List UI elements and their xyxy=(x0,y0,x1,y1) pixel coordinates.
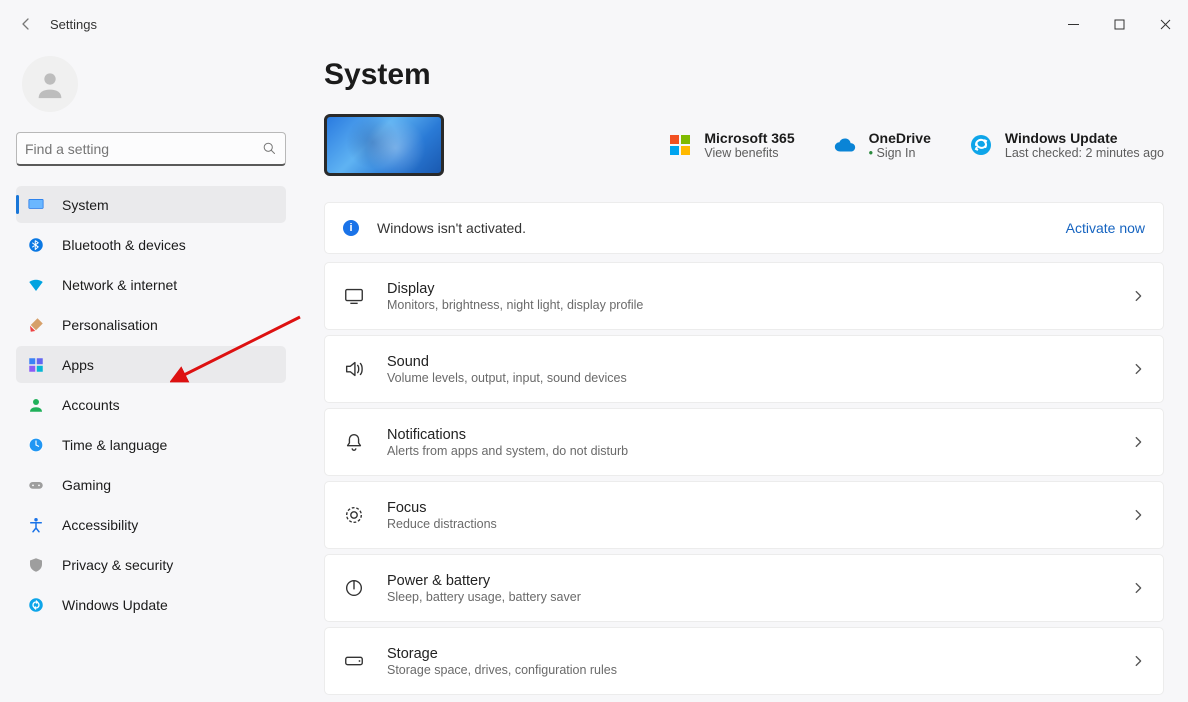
power-icon xyxy=(343,577,365,599)
accessibility-icon xyxy=(26,515,46,535)
sidebar-item-label: Privacy & security xyxy=(62,557,173,573)
card-sub: Reduce distractions xyxy=(387,517,497,531)
card-title: Sound xyxy=(387,354,627,370)
sidebar-item-privacy[interactable]: Privacy & security xyxy=(16,546,286,583)
chevron-right-icon xyxy=(1131,435,1145,449)
card-sub: Volume levels, output, input, sound devi… xyxy=(387,371,627,385)
windows-update-icon xyxy=(969,133,993,157)
titlebar: Settings xyxy=(0,0,1188,48)
search-box[interactable] xyxy=(16,132,286,166)
onedrive-tile[interactable]: OneDrive Sign In xyxy=(833,130,931,160)
apps-icon xyxy=(26,355,46,375)
chevron-right-icon xyxy=(1131,581,1145,595)
sidebar: System Bluetooth & devices Network & int… xyxy=(0,48,300,702)
sidebar-item-label: Personalisation xyxy=(62,317,158,333)
app-title: Settings xyxy=(50,17,97,32)
focus-icon xyxy=(343,504,365,526)
sidebar-item-personalisation[interactable]: Personalisation xyxy=(16,306,286,343)
card-sound[interactable]: SoundVolume levels, output, input, sound… xyxy=(324,335,1164,403)
card-sub: Sleep, battery usage, battery saver xyxy=(387,590,581,604)
sidebar-item-label: Network & internet xyxy=(62,277,177,293)
sound-icon xyxy=(343,358,365,380)
update-icon xyxy=(26,595,46,615)
back-button[interactable] xyxy=(14,12,38,36)
monitor-icon xyxy=(26,195,46,215)
sidebar-item-accounts[interactable]: Accounts xyxy=(16,386,286,423)
sidebar-item-time[interactable]: Time & language xyxy=(16,426,286,463)
m365-title: Microsoft 365 xyxy=(704,130,794,146)
card-storage[interactable]: StorageStorage space, drives, configurat… xyxy=(324,627,1164,695)
banner-message: Windows isn't activated. xyxy=(377,220,526,236)
sidebar-item-label: Windows Update xyxy=(62,597,168,613)
card-notifications[interactable]: NotificationsAlerts from apps and system… xyxy=(324,408,1164,476)
card-title: Notifications xyxy=(387,427,628,443)
card-focus[interactable]: FocusReduce distractions xyxy=(324,481,1164,549)
person-icon xyxy=(26,395,46,415)
chevron-right-icon xyxy=(1131,289,1145,303)
card-power[interactable]: Power & batterySleep, battery usage, bat… xyxy=(324,554,1164,622)
wifi-icon xyxy=(26,275,46,295)
sidebar-item-label: Accessibility xyxy=(62,517,138,533)
activation-banner: i Windows isn't activated. Activate now xyxy=(324,202,1164,254)
card-title: Power & battery xyxy=(387,573,581,589)
sidebar-item-gaming[interactable]: Gaming xyxy=(16,466,286,503)
search-icon xyxy=(262,141,277,156)
gamepad-icon xyxy=(26,475,46,495)
sidebar-item-accessibility[interactable]: Accessibility xyxy=(16,506,286,543)
paintbrush-icon xyxy=(26,315,46,335)
card-sub: Alerts from apps and system, do not dist… xyxy=(387,444,628,458)
info-icon: i xyxy=(343,220,359,236)
sidebar-item-system[interactable]: System xyxy=(16,186,286,223)
window-controls xyxy=(1050,8,1188,40)
card-title: Display xyxy=(387,281,643,297)
bell-icon xyxy=(343,431,365,453)
sidebar-item-update[interactable]: Windows Update xyxy=(16,586,286,623)
page-title: System xyxy=(324,58,1164,92)
onedrive-sub: Sign In xyxy=(869,146,931,160)
windows-update-tile[interactable]: Windows Update Last checked: 2 minutes a… xyxy=(969,130,1164,160)
minimize-button[interactable] xyxy=(1050,8,1096,40)
card-sub: Storage space, drives, configuration rul… xyxy=(387,663,617,677)
m365-sub: View benefits xyxy=(704,146,794,160)
card-sub: Monitors, brightness, night light, displ… xyxy=(387,298,643,312)
microsoft365-icon xyxy=(668,133,692,157)
sidebar-item-label: Gaming xyxy=(62,477,111,493)
main-content: System Microsoft 365 View benefits OneDr… xyxy=(300,48,1188,702)
maximize-button[interactable] xyxy=(1096,8,1142,40)
sidebar-item-label: Apps xyxy=(62,357,94,373)
sidebar-item-label: System xyxy=(62,197,109,213)
sidebar-item-label: Bluetooth & devices xyxy=(62,237,186,253)
bluetooth-icon xyxy=(26,235,46,255)
onedrive-icon xyxy=(833,133,857,157)
card-title: Storage xyxy=(387,646,617,662)
card-display[interactable]: DisplayMonitors, brightness, night light… xyxy=(324,262,1164,330)
sidebar-item-label: Accounts xyxy=(62,397,120,413)
shield-icon xyxy=(26,555,46,575)
avatar[interactable] xyxy=(22,56,78,112)
card-title: Focus xyxy=(387,500,497,516)
chevron-right-icon xyxy=(1131,654,1145,668)
onedrive-title: OneDrive xyxy=(869,130,931,146)
clock-globe-icon xyxy=(26,435,46,455)
sidebar-item-network[interactable]: Network & internet xyxy=(16,266,286,303)
sidebar-item-apps[interactable]: Apps xyxy=(16,346,286,383)
sidebar-item-label: Time & language xyxy=(62,437,167,453)
sidebar-item-bluetooth[interactable]: Bluetooth & devices xyxy=(16,226,286,263)
overview-row: Microsoft 365 View benefits OneDrive Sig… xyxy=(324,114,1164,176)
chevron-right-icon xyxy=(1131,362,1145,376)
update-sub: Last checked: 2 minutes ago xyxy=(1005,146,1164,160)
nav: System Bluetooth & devices Network & int… xyxy=(16,186,286,623)
microsoft365-tile[interactable]: Microsoft 365 View benefits xyxy=(668,130,794,160)
storage-icon xyxy=(343,650,365,672)
close-button[interactable] xyxy=(1142,8,1188,40)
wallpaper-preview[interactable] xyxy=(324,114,444,176)
activate-now-link[interactable]: Activate now xyxy=(1066,220,1145,236)
display-icon xyxy=(343,285,365,307)
search-input[interactable] xyxy=(25,141,262,157)
chevron-right-icon xyxy=(1131,508,1145,522)
update-title: Windows Update xyxy=(1005,130,1164,146)
